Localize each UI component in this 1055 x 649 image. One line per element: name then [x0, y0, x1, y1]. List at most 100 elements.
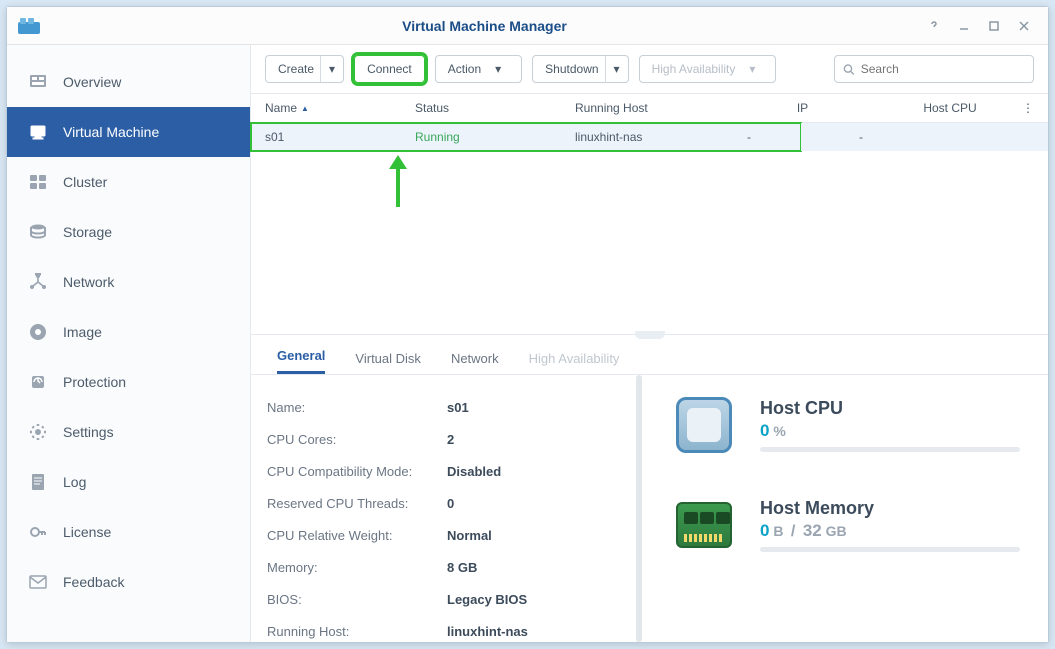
cell-status: Running	[415, 130, 575, 144]
sidebar-item-protection[interactable]: Protection	[7, 357, 250, 407]
connect-button[interactable]: Connect	[354, 55, 425, 83]
table-row[interactable]: s01 Running linuxhint-nas -	[251, 123, 801, 151]
create-button[interactable]: Create▾	[265, 55, 344, 83]
toolbar: Create▾ Connect Action▾ Shutdown▾ High A…	[251, 45, 1048, 93]
caret-down-icon: ▾	[320, 56, 343, 82]
settings-icon	[27, 421, 49, 443]
app-window: Virtual Machine Manager Overview Virtual…	[6, 6, 1049, 643]
tab-network[interactable]: Network	[451, 351, 499, 374]
prop-reserved-value: 0	[447, 496, 454, 511]
gauge-bar	[760, 547, 1020, 552]
gauge-title: Host Memory	[760, 498, 1020, 519]
close-button[interactable]	[1010, 15, 1038, 37]
log-icon	[27, 471, 49, 493]
cluster-icon	[27, 171, 49, 193]
sidebar-item-label: Feedback	[63, 574, 124, 590]
sidebar-item-label: Storage	[63, 224, 112, 240]
window-title: Virtual Machine Manager	[49, 18, 920, 34]
sidebar-item-overview[interactable]: Overview	[7, 57, 250, 107]
search-icon	[843, 63, 855, 76]
prop-rhost-label: Running Host:	[267, 624, 447, 639]
prop-compat-label: CPU Compatibility Mode:	[267, 464, 447, 479]
shutdown-button[interactable]: Shutdown▾	[532, 55, 628, 83]
tab-virtual-disk[interactable]: Virtual Disk	[355, 351, 421, 374]
sidebar-item-label: Protection	[63, 374, 126, 390]
sidebar-item-label: Cluster	[63, 174, 107, 190]
minimize-button[interactable]	[950, 15, 978, 37]
sidebar-item-virtual-machine[interactable]: Virtual Machine	[7, 107, 250, 157]
memory-icon	[672, 493, 736, 557]
sidebar-item-storage[interactable]: Storage	[7, 207, 250, 257]
sidebar-item-label: Image	[63, 324, 102, 340]
license-icon	[27, 521, 49, 543]
sidebar-item-label: License	[63, 524, 111, 540]
sidebar-item-label: Log	[63, 474, 86, 490]
main-content: Create▾ Connect Action▾ Shutdown▾ High A…	[251, 45, 1048, 642]
vm-icon	[27, 121, 49, 143]
window-controls	[920, 15, 1038, 37]
vm-table: Name▲ Status Running Host IP Host CPU ⋮ …	[251, 93, 1048, 187]
table-header: Name▲ Status Running Host IP Host CPU ⋮	[251, 93, 1048, 123]
column-menu[interactable]: ⋮	[1022, 101, 1034, 115]
host-cpu-gauge: Host CPU 0 %	[672, 393, 1020, 457]
host-memory-gauge: Host Memory 0 B / 32 GB	[672, 493, 1020, 557]
prop-bios-value: Legacy BIOS	[447, 592, 527, 607]
caret-down-icon: ▾	[487, 56, 509, 82]
help-button[interactable]	[920, 15, 948, 37]
prop-bios-label: BIOS:	[267, 592, 447, 607]
scrollbar[interactable]	[636, 375, 642, 642]
tab-general[interactable]: General	[277, 348, 325, 374]
cpu-icon	[672, 393, 736, 457]
action-button[interactable]: Action▾	[435, 55, 522, 83]
prop-name-value: s01	[447, 400, 469, 415]
panel-resize-handle[interactable]	[635, 331, 665, 339]
maximize-button[interactable]	[980, 15, 1008, 37]
prop-reserved-label: Reserved CPU Threads:	[267, 496, 447, 511]
prop-cores-value: 2	[447, 432, 454, 447]
app-icon	[17, 16, 41, 36]
search-input[interactable]	[834, 55, 1034, 83]
sidebar-item-cluster[interactable]: Cluster	[7, 157, 250, 207]
column-status[interactable]: Status	[415, 101, 575, 115]
column-running-host[interactable]: Running Host	[575, 101, 725, 115]
sidebar-item-label: Virtual Machine	[63, 124, 159, 140]
sidebar-item-license[interactable]: License	[7, 507, 250, 557]
caret-down-icon: ▾	[741, 56, 763, 82]
storage-icon	[27, 221, 49, 243]
prop-name-label: Name:	[267, 400, 447, 415]
prop-memory-value: 8 GB	[447, 560, 477, 575]
sidebar-item-image[interactable]: Image	[7, 307, 250, 357]
column-ip[interactable]: IP	[725, 101, 880, 115]
cell-cpu: -	[801, 123, 921, 151]
high-availability-button[interactable]: High Availability▾	[639, 55, 777, 83]
tab-high-availability[interactable]: High Availability	[529, 351, 620, 374]
prop-cores-label: CPU Cores:	[267, 432, 447, 447]
cell-ip: -	[725, 130, 773, 144]
gauge-bar	[760, 447, 1020, 452]
properties-list: Name:s01 CPU Cores:2 CPU Compatibility M…	[251, 375, 636, 642]
network-icon	[27, 271, 49, 293]
prop-compat-value: Disabled	[447, 464, 501, 479]
cell-name: s01	[265, 130, 415, 144]
caret-down-icon: ▾	[605, 56, 628, 82]
prop-memory-label: Memory:	[267, 560, 447, 575]
sidebar-item-label: Settings	[63, 424, 114, 440]
detail-tabs: General Virtual Disk Network High Availa…	[251, 335, 1048, 375]
sidebar-item-label: Network	[63, 274, 114, 290]
sidebar-item-label: Overview	[63, 74, 121, 90]
overview-icon	[27, 71, 49, 93]
sidebar-item-settings[interactable]: Settings	[7, 407, 250, 457]
feedback-icon	[27, 571, 49, 593]
gauge-value: 0 B / 32 GB	[760, 521, 1020, 541]
prop-weight-label: CPU Relative Weight:	[267, 528, 447, 543]
column-name[interactable]: Name▲	[265, 101, 415, 115]
sidebar-item-log[interactable]: Log	[7, 457, 250, 507]
sort-asc-icon: ▲	[301, 104, 309, 113]
sidebar-item-network[interactable]: Network	[7, 257, 250, 307]
sidebar: Overview Virtual Machine Cluster Storage…	[7, 45, 251, 642]
prop-weight-value: Normal	[447, 528, 492, 543]
column-host-cpu[interactable]: Host CPU	[880, 101, 1020, 115]
sidebar-item-feedback[interactable]: Feedback	[7, 557, 250, 607]
gauge-value: 0 %	[760, 421, 1020, 441]
cell-host: linuxhint-nas	[575, 130, 725, 144]
